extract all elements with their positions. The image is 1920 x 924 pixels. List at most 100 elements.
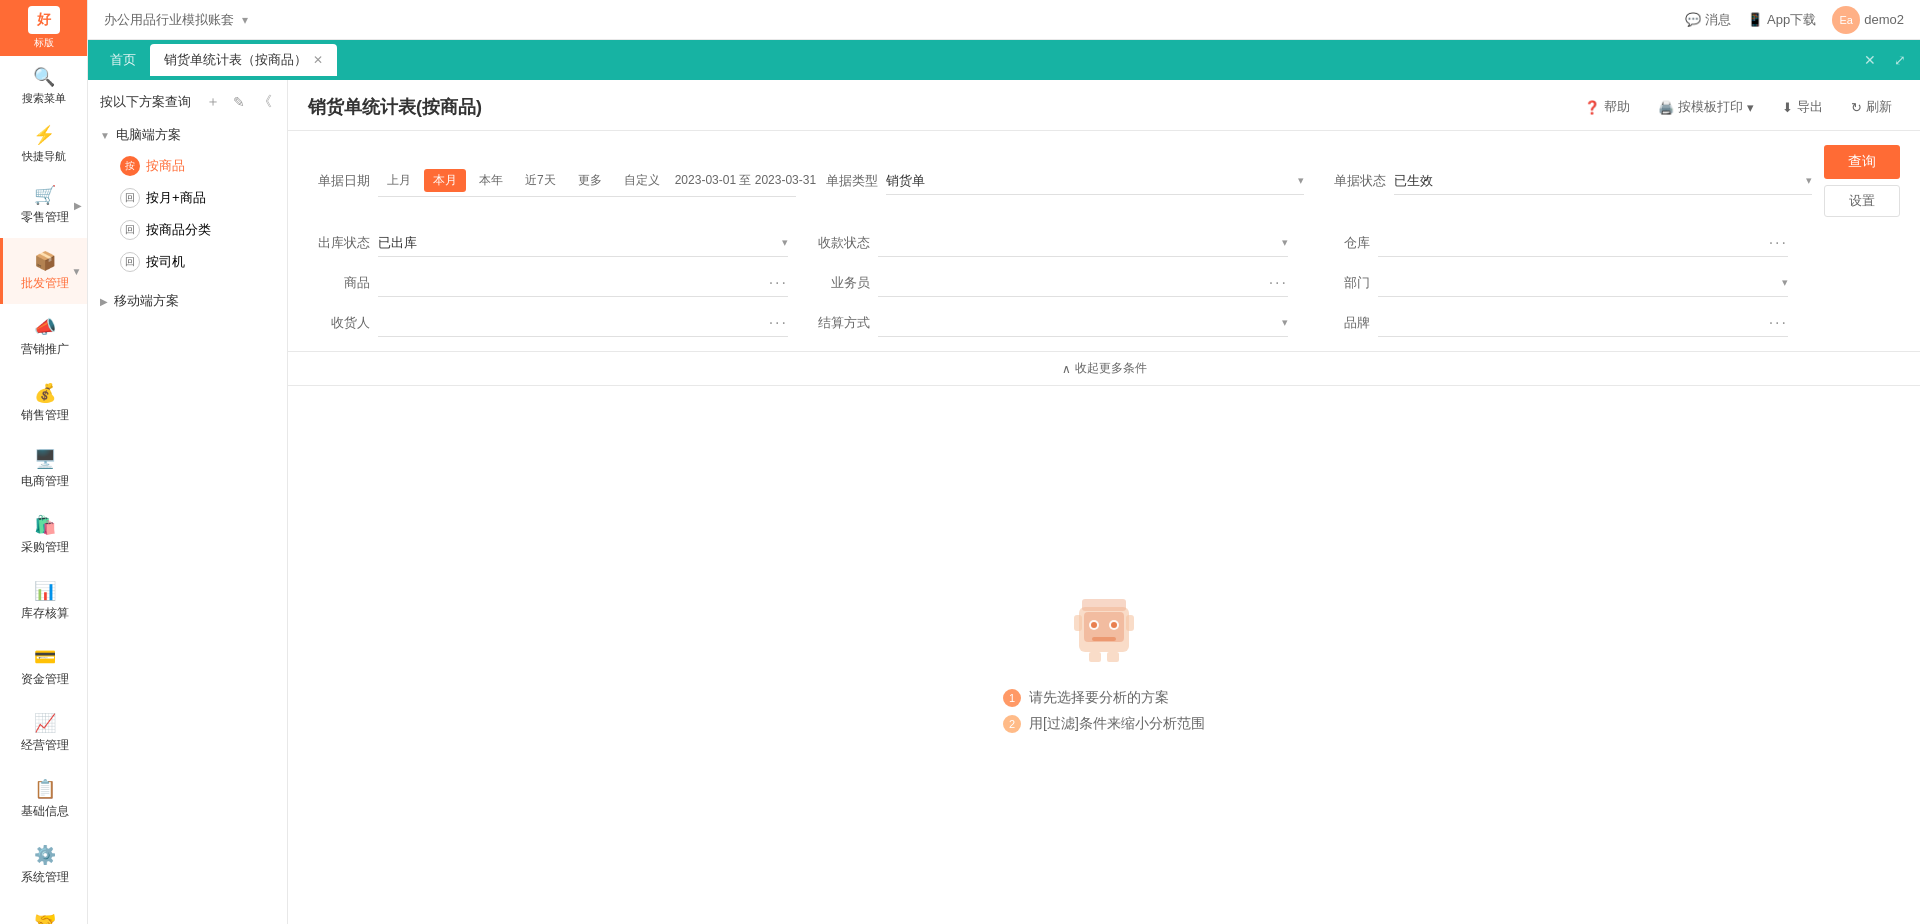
ecommerce-icon: 🖥️ bbox=[34, 448, 56, 470]
bill-status-control[interactable]: 已生效 ▾ bbox=[1394, 167, 1812, 195]
brand-control[interactable]: ··· bbox=[1378, 309, 1788, 337]
print-dropdown-icon[interactable]: ▾ bbox=[1747, 100, 1754, 115]
empty-tip-2: 2 用[过滤]条件来缩小分析范围 bbox=[1003, 715, 1205, 733]
user-profile[interactable]: Ea demo2 bbox=[1832, 6, 1904, 34]
bill-type-select[interactable]: 销货单 ▾ bbox=[886, 172, 1304, 190]
out-status-label: 出库状态 bbox=[308, 234, 378, 252]
date-tab-last-month[interactable]: 上月 bbox=[378, 169, 420, 192]
refresh-button[interactable]: ↻ 刷新 bbox=[1843, 94, 1900, 120]
out-status-dropdown-icon: ▾ bbox=[782, 236, 788, 249]
filter-brand: 品牌 ··· bbox=[1308, 309, 1788, 337]
warehouse-control[interactable]: ··· bbox=[1378, 229, 1788, 257]
consignee-select[interactable]: ··· bbox=[378, 314, 788, 332]
export-button[interactable]: ⬇ 导出 bbox=[1774, 94, 1831, 120]
consignee-control[interactable]: ··· bbox=[378, 309, 788, 337]
staff-select[interactable]: ··· bbox=[878, 274, 1288, 292]
tab-close-icon[interactable]: ✕ bbox=[313, 54, 323, 66]
out-status-control[interactable]: 已出库 ▾ bbox=[378, 229, 788, 257]
purchase-icon: 🛍️ bbox=[34, 514, 56, 536]
receipt-status-control[interactable]: ▾ bbox=[878, 229, 1288, 257]
bill-status-value: 已生效 bbox=[1394, 172, 1433, 190]
window-close-button[interactable]: ✕ bbox=[1858, 48, 1882, 72]
mobile-schemes-parent[interactable]: ▶ 移动端方案 bbox=[88, 286, 287, 316]
sidebar-item-ecommerce[interactable]: 🖥️ 电商管理 bbox=[0, 436, 88, 502]
sidebar-item-basic[interactable]: 📋 基础信息 bbox=[0, 766, 88, 832]
dept-control[interactable]: ▾ bbox=[1378, 269, 1788, 297]
desktop-schemes-parent[interactable]: ▼ 电脑端方案 bbox=[88, 120, 287, 150]
date-tab-current-month[interactable]: 本月 bbox=[424, 169, 466, 192]
date-tabs: 上月 本月 本年 近7天 更多 自定义 bbox=[378, 169, 669, 192]
svg-rect-9 bbox=[1089, 652, 1101, 662]
filter-out-status: 出库状态 已出库 ▾ bbox=[308, 229, 788, 257]
window-maximize-button[interactable]: ⤢ bbox=[1888, 48, 1912, 72]
receipt-status-select[interactable]: ▾ bbox=[878, 236, 1288, 249]
sidebar-item-finance[interactable]: 💳 资金管理 bbox=[0, 634, 88, 700]
sidebar-item-sales[interactable]: 💰 销售管理 bbox=[0, 370, 88, 436]
system-label: 系统管理 bbox=[21, 869, 69, 886]
out-status-select[interactable]: 已出库 ▾ bbox=[378, 234, 788, 252]
sidebar-item-wholesale[interactable]: 📦 批发管理 ▼ bbox=[0, 238, 88, 304]
tab-home[interactable]: 首页 bbox=[96, 44, 150, 76]
warehouse-select[interactable]: ··· bbox=[1378, 234, 1788, 252]
app-download-button[interactable]: 📱 App下载 bbox=[1747, 11, 1816, 29]
scheme-by-clerk[interactable]: 回 按司机 bbox=[88, 246, 287, 278]
sidebar-item-enterprise[interactable]: 🤝 企业协同 bbox=[0, 898, 88, 924]
consignee-dots[interactable]: ··· bbox=[769, 314, 788, 332]
help-icon: ❓ bbox=[1584, 100, 1600, 115]
staff-control[interactable]: ··· bbox=[878, 269, 1288, 297]
goods-select[interactable]: ··· bbox=[378, 274, 788, 292]
scheme-by-goods[interactable]: 按 按商品 bbox=[88, 150, 287, 182]
wholesale-icon: 📦 bbox=[34, 250, 56, 272]
receipt-status-label: 收款状态 bbox=[808, 234, 878, 252]
date-tab-custom[interactable]: 自定义 bbox=[615, 169, 669, 192]
print-button[interactable]: 🖨️ 按模板打印 ▾ bbox=[1650, 94, 1762, 120]
edit-scheme-button[interactable]: ✎ bbox=[229, 92, 249, 112]
goods-control[interactable]: ··· bbox=[378, 269, 788, 297]
date-tab-more[interactable]: 更多 bbox=[569, 169, 611, 192]
tab-sales-stat[interactable]: 销货单统计表（按商品） ✕ bbox=[150, 44, 337, 76]
query-btn-area: 查询 设置 bbox=[1824, 145, 1900, 217]
query-button[interactable]: 查询 bbox=[1824, 145, 1900, 179]
scheme-by-goods-icon: 按 bbox=[120, 156, 140, 176]
mobile-tree-expand-icon: ▶ bbox=[100, 296, 108, 307]
settlement-select[interactable]: ▾ bbox=[878, 316, 1288, 329]
sidebar-item-retail[interactable]: 🛒 零售管理 ▶ bbox=[0, 172, 88, 238]
consignee-label: 收货人 bbox=[308, 314, 378, 332]
dept-select[interactable]: ▾ bbox=[1378, 276, 1788, 289]
messages-button[interactable]: 💬 消息 bbox=[1685, 11, 1731, 29]
sidebar-item-purchase[interactable]: 🛍️ 采购管理 bbox=[0, 502, 88, 568]
bill-type-value: 销货单 bbox=[886, 172, 925, 190]
scheme-by-goods-cat[interactable]: 回 按商品分类 bbox=[88, 214, 287, 246]
sidebar-item-search[interactable]: 🔍 搜索菜单 bbox=[22, 56, 66, 116]
settings-button[interactable]: 设置 bbox=[1824, 185, 1900, 217]
bill-status-select[interactable]: 已生效 ▾ bbox=[1394, 172, 1812, 190]
brand-select[interactable]: ··· bbox=[1378, 314, 1788, 332]
add-scheme-button[interactable]: ＋ bbox=[203, 92, 223, 112]
collapse-button[interactable]: ∧ 收起更多条件 bbox=[1062, 360, 1147, 377]
svg-rect-6 bbox=[1092, 637, 1116, 641]
filter-dept: 部门 ▾ bbox=[1308, 269, 1788, 297]
staff-dots[interactable]: ··· bbox=[1269, 274, 1288, 292]
date-tab-7days[interactable]: 近7天 bbox=[516, 169, 565, 192]
sidebar-item-operation[interactable]: 📈 经营管理 bbox=[0, 700, 88, 766]
bill-type-control[interactable]: 销货单 ▾ bbox=[886, 167, 1304, 195]
enterprise-icon: 🤝 bbox=[34, 910, 56, 924]
sidebar-item-inventory[interactable]: 📊 库存核算 bbox=[0, 568, 88, 634]
date-control: 上月 本月 本年 近7天 更多 自定义 2023-03-01 至 2023-03… bbox=[378, 165, 796, 197]
page-actions: ❓ 帮助 🖨️ 按模板打印 ▾ ⬇ 导出 ↻ 刷新 bbox=[1576, 94, 1900, 120]
system-icon: ⚙️ bbox=[34, 844, 56, 866]
sidebar-item-marketing[interactable]: 📣 营销推广 bbox=[0, 304, 88, 370]
settlement-control[interactable]: ▾ bbox=[878, 309, 1288, 337]
sidebar-item-quick-nav[interactable]: ⚡ 快捷导航 bbox=[0, 116, 88, 172]
sidebar-item-system[interactable]: ⚙️ 系统管理 bbox=[0, 832, 88, 898]
help-button[interactable]: ❓ 帮助 bbox=[1576, 94, 1638, 120]
collapse-row[interactable]: ∧ 收起更多条件 bbox=[288, 352, 1920, 386]
warehouse-dots[interactable]: ··· bbox=[1769, 234, 1788, 252]
breadcrumb-dropdown-icon[interactable]: ▾ bbox=[242, 13, 248, 27]
date-group: 上月 本月 本年 近7天 更多 自定义 2023-03-01 至 2023-03… bbox=[378, 169, 796, 192]
goods-dots[interactable]: ··· bbox=[769, 274, 788, 292]
date-tab-current-year[interactable]: 本年 bbox=[470, 169, 512, 192]
brand-dots[interactable]: ··· bbox=[1769, 314, 1788, 332]
scheme-by-month-goods[interactable]: 回 按月+商品 bbox=[88, 182, 287, 214]
collapse-panel-button[interactable]: 《 bbox=[255, 92, 275, 112]
